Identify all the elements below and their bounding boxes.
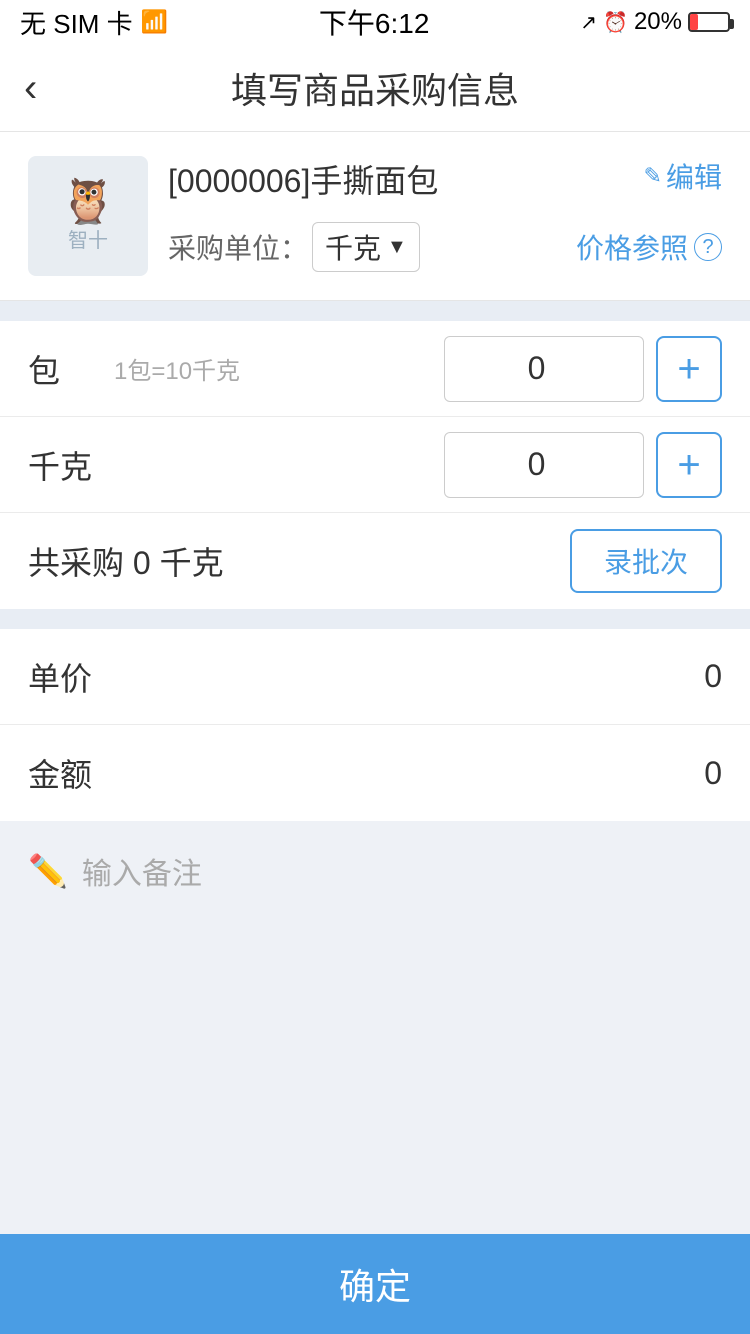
price-label: 单价 <box>28 654 92 700</box>
location-icon: ↗ <box>580 10 597 35</box>
product-info: [0000006]手撕面包 ✎ 编辑 采购单位： 千克 ▼ 价格参照 ? <box>168 156 722 272</box>
bag-plus-button[interactable]: + <box>656 336 722 402</box>
nav-bar: ‹ 填写商品采购信息 <box>0 44 750 132</box>
section-divider-2 <box>0 609 750 629</box>
help-icon: ? <box>694 233 722 261</box>
status-time: 下午6:12 <box>319 2 430 42</box>
product-name: [0000006]手撕面包 <box>168 156 438 202</box>
bag-input[interactable] <box>444 336 644 402</box>
status-left: 无 SIM 卡 📶 <box>20 4 168 41</box>
unit-label: 采购单位： <box>168 227 308 267</box>
amount-row: 金额 0 <box>0 725 750 821</box>
dropdown-icon: ▼ <box>387 236 407 259</box>
price-row: 单价 0 <box>0 629 750 725</box>
product-header: [0000006]手撕面包 ✎ 编辑 <box>168 156 722 202</box>
total-text: 共采购 0 千克 <box>28 538 224 584</box>
alarm-icon: ⏰ <box>603 10 628 35</box>
price-amount-section: 单价 0 金额 0 <box>0 629 750 821</box>
bag-label: 包 <box>28 346 108 392</box>
note-section[interactable]: ✏️ 输入备注 <box>0 821 750 921</box>
bag-sub-label: 1包=10千克 <box>114 351 240 386</box>
confirm-bar[interactable]: 确定 <box>0 1234 750 1334</box>
amount-label: 金额 <box>28 750 92 796</box>
bag-input-wrap: + <box>240 336 722 402</box>
unit-select[interactable]: 千克 ▼ <box>312 222 420 272</box>
note-placeholder: 输入备注 <box>82 849 202 893</box>
total-row: 共采购 0 千克 录批次 <box>0 513 750 609</box>
amount-value: 0 <box>704 755 722 792</box>
status-bar: 无 SIM 卡 📶 下午6:12 ↗ ⏰ 20% <box>0 0 750 44</box>
kg-input-row: 千克 + <box>0 417 750 513</box>
kg-plus-button[interactable]: + <box>656 432 722 498</box>
carrier-label: 无 SIM 卡 <box>20 4 133 41</box>
pencil-icon: ✏️ <box>28 852 68 890</box>
back-button[interactable]: ‹ <box>24 68 37 108</box>
price-value: 0 <box>704 658 722 695</box>
battery-percent: 20% <box>634 8 682 36</box>
wifi-icon: 📶 <box>141 9 168 35</box>
page-title: 填写商品采购信息 <box>231 62 519 114</box>
kg-input[interactable] <box>444 432 644 498</box>
section-divider-1 <box>0 301 750 321</box>
battery-icon <box>688 12 730 32</box>
input-section: 包 1包=10千克 + 千克 + <box>0 321 750 513</box>
price-ref-button[interactable]: 价格参照 ? <box>576 227 722 267</box>
product-unit-row: 采购单位： 千克 ▼ 价格参照 ? <box>168 222 722 272</box>
product-image-text: 智十 <box>61 224 116 253</box>
status-right: ↗ ⏰ 20% <box>580 8 730 36</box>
record-batch-button[interactable]: 录批次 <box>570 529 722 593</box>
bag-input-row: 包 1包=10千克 + <box>0 321 750 417</box>
kg-label: 千克 <box>28 442 108 488</box>
kg-input-wrap: + <box>108 432 722 498</box>
product-image: 🦉 智十 <box>28 156 148 276</box>
product-card: 🦉 智十 [0000006]手撕面包 ✎ 编辑 采购单位： 千克 ▼ 价格参照 <box>0 132 750 301</box>
edit-button[interactable]: ✎ 编辑 <box>644 156 722 196</box>
product-image-icon: 🦉 <box>61 180 116 224</box>
confirm-button[interactable]: 确定 <box>339 1258 411 1310</box>
